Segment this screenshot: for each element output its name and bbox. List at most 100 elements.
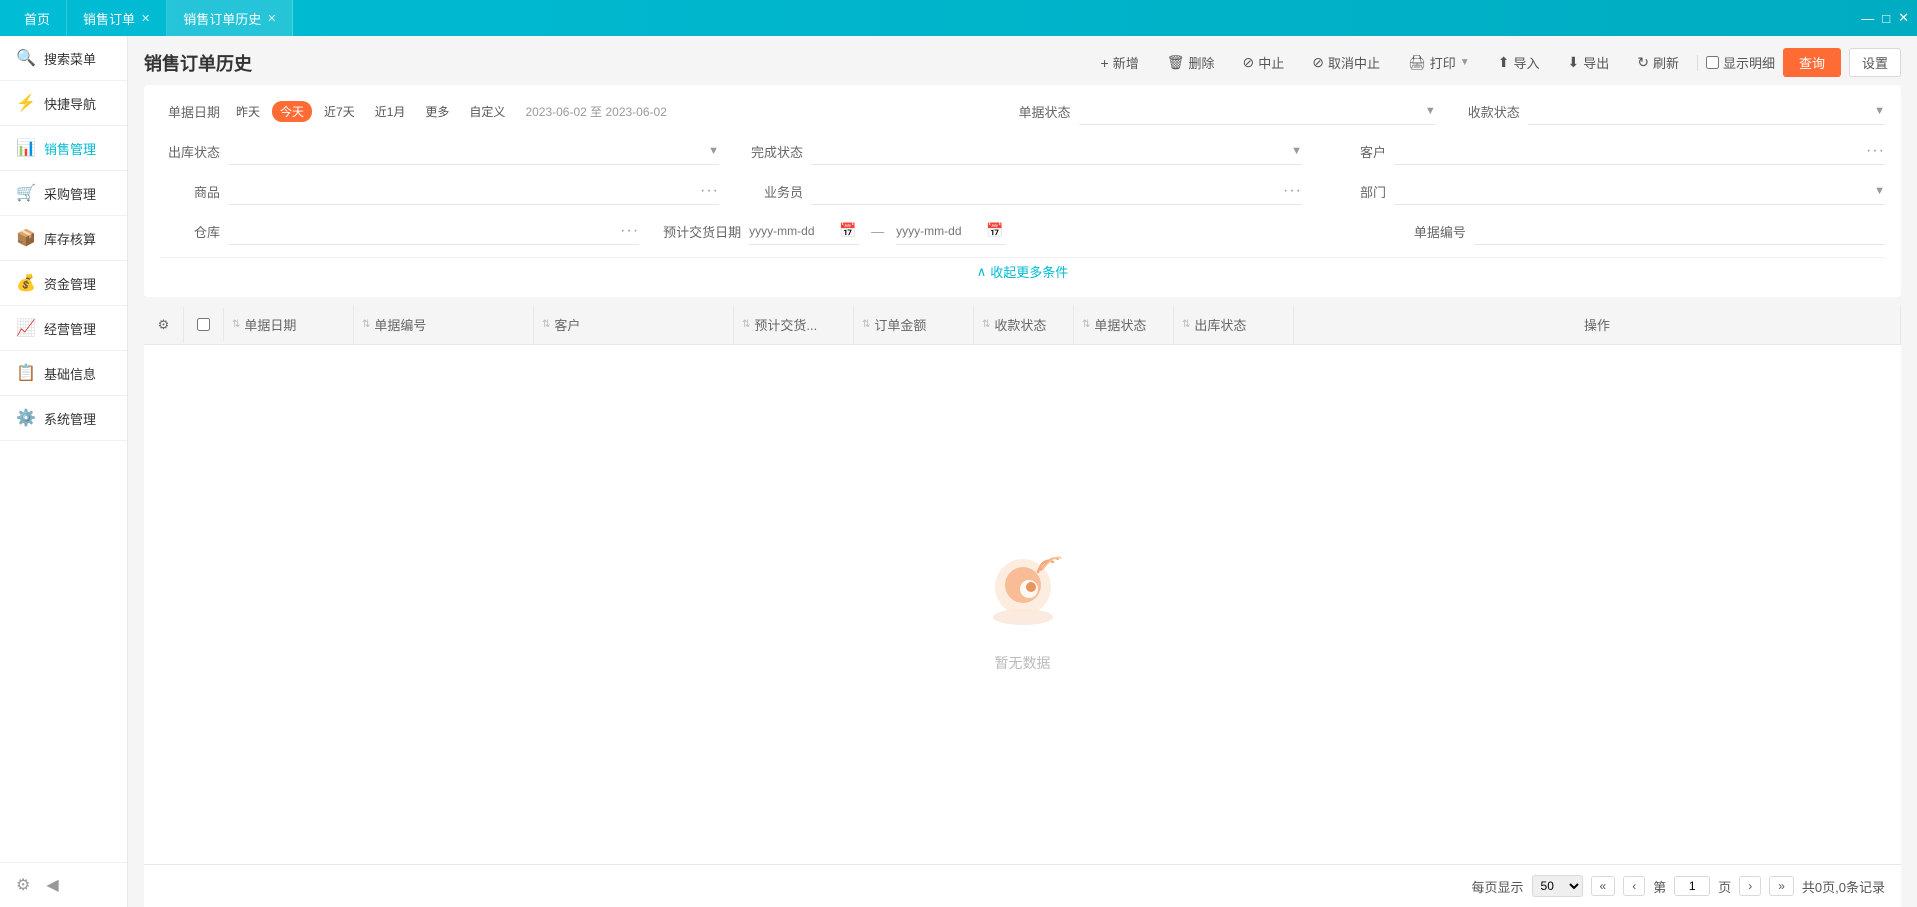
goods-control[interactable]: ··· — [228, 177, 719, 205]
date-btn-yesterday[interactable]: 昨天 — [228, 101, 268, 122]
sidebar-item-quick-nav[interactable]: ⚡ 快捷导航 — [0, 81, 127, 126]
sidebar-item-base-info[interactable]: 📋 基础信息 — [0, 351, 127, 396]
filter-row-1: 单据日期 昨天 今天 近7天 近1月 更多 自定义 2023-06-02 至 2… — [160, 97, 1885, 125]
out-status-label: 出库状态 — [160, 142, 220, 161]
th-date-label: 单据日期 — [244, 315, 296, 334]
delivery-date-to[interactable]: 📅 — [896, 217, 1006, 245]
empty-illustration — [973, 537, 1073, 637]
page-input[interactable] — [1674, 876, 1710, 896]
sort-no-icon: ⇅ — [362, 319, 370, 330]
sidebar-item-search-menu[interactable]: 🔍 搜索菜单 — [0, 36, 127, 81]
prev-page-button[interactable]: ‹ — [1623, 876, 1645, 896]
tab-sales-order[interactable]: 销售订单 ✕ — [67, 0, 167, 36]
customer-control[interactable]: ··· — [1394, 137, 1885, 165]
department-arrow: ▼ — [1874, 185, 1885, 197]
new-label: 新增 — [1113, 53, 1139, 72]
bill-status-label: 单据状态 — [1011, 102, 1071, 121]
query-button[interactable]: 查询 — [1783, 48, 1841, 77]
page-size-select[interactable]: 50 10 20 100 — [1532, 875, 1583, 897]
close-btn[interactable]: ✕ — [1898, 10, 1909, 26]
warehouse-label: 仓库 — [160, 222, 220, 241]
settings-button[interactable]: 设置 — [1849, 48, 1901, 77]
th-checkbox[interactable] — [184, 308, 224, 341]
sidebar-collapse-icon[interactable]: ◀ — [46, 875, 58, 895]
sidebar-settings-icon[interactable]: ⚙ — [16, 875, 30, 895]
th-bill-status[interactable]: ⇅ 单据状态 — [1074, 305, 1174, 344]
search-menu-icon: 🔍 — [16, 48, 36, 68]
tab-sales-order-close[interactable]: ✕ — [141, 12, 150, 25]
sidebar-item-inventory-label: 库存核算 — [44, 229, 96, 248]
th-customer[interactable]: ⇅ 客户 — [534, 305, 734, 344]
th-no[interactable]: ⇅ 单据编号 — [354, 305, 534, 344]
delivery-date-to-input[interactable] — [896, 224, 986, 238]
sidebar-item-operation[interactable]: 📈 经营管理 — [0, 306, 127, 351]
import-button[interactable]: ⬆ 导入 — [1488, 49, 1550, 76]
new-button[interactable]: + 新增 — [1091, 49, 1149, 76]
sort-customer-icon: ⇅ — [542, 319, 550, 330]
delete-label: 删除 — [1188, 53, 1214, 72]
display-toggle[interactable]: 显示明细 — [1706, 53, 1775, 72]
select-all-checkbox[interactable] — [197, 318, 210, 331]
th-ops: 操作 — [1294, 305, 1901, 344]
delivery-date-from[interactable]: 📅 — [749, 217, 859, 245]
calendar-from-icon[interactable]: 📅 — [839, 222, 856, 239]
last-page-button[interactable]: » — [1769, 876, 1794, 896]
next-page-button[interactable]: › — [1739, 876, 1761, 896]
warehouse-control[interactable]: ··· — [228, 217, 639, 245]
th-amount[interactable]: ⇅ 订单金额 — [854, 305, 974, 344]
out-status-control[interactable]: ▼ — [228, 137, 719, 165]
tab-sales-order-history-close[interactable]: ✕ — [267, 12, 276, 25]
th-out-status[interactable]: ⇅ 出库状态 — [1174, 305, 1294, 344]
sidebar-item-sales-mgmt-label: 销售管理 — [44, 139, 96, 158]
date-btn-1month[interactable]: 近1月 — [367, 101, 414, 122]
maximize-btn[interactable]: □ — [1882, 11, 1890, 26]
date-btn-more[interactable]: 更多 — [417, 101, 457, 122]
print-label: 打印 — [1430, 53, 1456, 72]
sidebar-item-purchase-mgmt[interactable]: 🛒 采购管理 — [0, 171, 127, 216]
sort-status-icon: ⇅ — [1082, 319, 1090, 330]
date-btn-today[interactable]: 今天 — [272, 101, 312, 122]
refresh-button[interactable]: ↻ 刷新 — [1627, 49, 1689, 76]
stop-button[interactable]: ⊘ 中止 — [1233, 49, 1295, 76]
th-settings[interactable]: ⚙ — [144, 307, 184, 343]
delivery-date-from-input[interactable] — [749, 224, 839, 238]
display-toggle-checkbox[interactable] — [1706, 56, 1719, 69]
print-button[interactable]: 🖨 打印 ▼ — [1398, 49, 1480, 76]
complete-status-label: 完成状态 — [743, 142, 803, 161]
bill-no-control[interactable] — [1474, 217, 1885, 245]
th-delivery[interactable]: ⇅ 预计交货... — [734, 305, 854, 344]
cancel-stop-label: 取消中止 — [1328, 53, 1380, 72]
th-ops-label: 操作 — [1584, 315, 1610, 334]
delete-button[interactable]: 🗑 删除 — [1157, 49, 1225, 76]
th-receipt-status[interactable]: ⇅ 收款状态 — [974, 305, 1074, 344]
cancel-stop-icon: ⊘ — [1312, 54, 1324, 71]
cancel-stop-button[interactable]: ⊘ 取消中止 — [1302, 49, 1390, 76]
salesperson-control[interactable]: ··· — [811, 177, 1302, 205]
export-icon: ⬇ — [1567, 54, 1579, 71]
date-sep: — — [871, 224, 884, 239]
department-control[interactable]: ▼ — [1394, 177, 1885, 205]
sort-receipt-icon: ⇅ — [982, 319, 990, 330]
delete-icon: 🗑 — [1167, 54, 1185, 71]
sidebar-item-sales-mgmt[interactable]: 📊 销售管理 — [0, 126, 127, 171]
complete-status-control[interactable]: ▼ — [811, 137, 1302, 165]
bill-status-control[interactable]: ▼ — [1079, 97, 1436, 125]
customer-label: 客户 — [1326, 142, 1386, 161]
date-btn-custom[interactable]: 自定义 — [461, 101, 513, 122]
tab-home[interactable]: 首页 — [8, 0, 67, 36]
sort-delivery-icon: ⇅ — [742, 319, 750, 330]
warehouse-dots: ··· — [620, 222, 639, 240]
first-page-button[interactable]: « — [1591, 876, 1616, 896]
sidebar-item-inventory[interactable]: 📦 库存核算 — [0, 216, 127, 261]
table-area: ⚙ ⇅ 单据日期 ⇅ 单据编号 ⇅ 客户 — [144, 305, 1901, 864]
sidebar-item-sys-mgmt[interactable]: ⚙️ 系统管理 — [0, 396, 127, 441]
date-btn-7days[interactable]: 近7天 — [316, 101, 363, 122]
receipt-status-control[interactable]: ▼ — [1528, 97, 1885, 125]
tab-sales-order-history[interactable]: 销售订单历史 ✕ — [167, 0, 293, 36]
th-date[interactable]: ⇅ 单据日期 — [224, 305, 354, 344]
sidebar-item-finance[interactable]: 💰 资金管理 — [0, 261, 127, 306]
minimize-btn[interactable]: — — [1861, 11, 1874, 26]
calendar-to-icon[interactable]: 📅 — [986, 222, 1003, 239]
export-button[interactable]: ⬇ 导出 — [1557, 49, 1619, 76]
collapse-row[interactable]: ∧ 收起更多条件 — [160, 257, 1885, 285]
